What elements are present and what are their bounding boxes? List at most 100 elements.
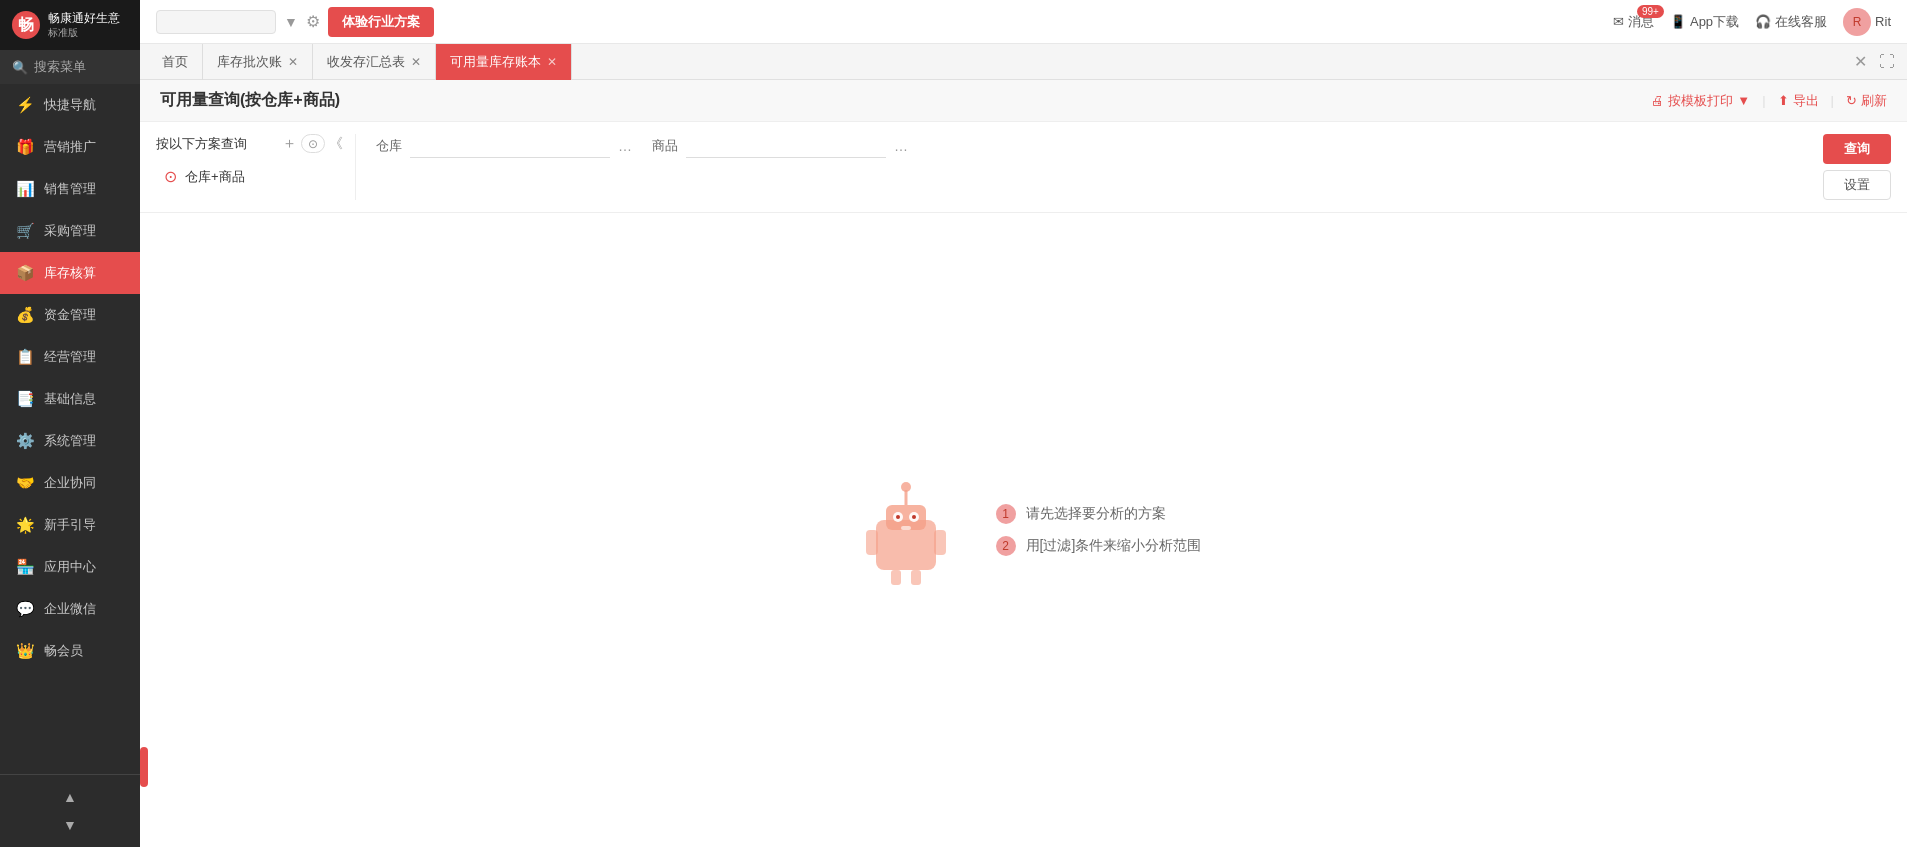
tab-summary[interactable]: 收发存汇总表 ✕ (313, 44, 436, 80)
filter-warehouse-group: 仓库 … (376, 134, 632, 158)
filter-scheme-item[interactable]: ⊙ 仓库+商品 (156, 161, 343, 192)
main-area: ▼ ⚙ 体验行业方案 ✉ 消息 99+ 📱 App下载 🎧 在线客服 R Rit (140, 0, 1907, 847)
sidebar-footer: ▲ ▼ (0, 774, 140, 847)
sidebar-item-label: 销售管理 (44, 180, 96, 198)
topbar-service-btn[interactable]: 🎧 在线客服 (1755, 13, 1827, 31)
page-area: 可用量查询(按仓库+商品) 🖨 按模板打印 ▼ | ⬆ 导出 | ↻ 刷新 (140, 80, 1907, 847)
empty-tip-2: 2 用[过滤]条件来缩小分析范围 (996, 536, 1202, 556)
filter-warehouse-input[interactable] (410, 134, 610, 158)
sidebar-search[interactable]: 🔍 搜索菜单 (0, 50, 140, 84)
user-avatar: R (1843, 8, 1871, 36)
appstore-icon: 🏪 (16, 558, 34, 576)
sidebar: 畅 畅康通好生意 标准版 🔍 搜索菜单 ⚡ 快捷导航 🎁 营销推广 📊 销售管理… (0, 0, 140, 847)
search-icon: 🔍 (12, 60, 28, 75)
tip-text-2: 用[过滤]条件来缩小分析范围 (1026, 537, 1202, 555)
gift-icon: 🎁 (16, 138, 34, 156)
query-btn[interactable]: 查询 (1823, 134, 1891, 164)
print-btn[interactable]: 🖨 按模板打印 ▼ (1651, 92, 1750, 110)
filter-product-more[interactable]: … (894, 138, 908, 154)
filter-add-btn[interactable]: ＋ (282, 134, 297, 153)
purchase-icon: 🛒 (16, 222, 34, 240)
enterprise-icon: 🤝 (16, 474, 34, 492)
tab-home[interactable]: 首页 (148, 44, 203, 80)
topbar-message-btn[interactable]: ✉ 消息 99+ (1613, 13, 1654, 31)
filter-product-input[interactable] (686, 134, 886, 158)
filter-warehouse-label: 仓库 (376, 137, 402, 155)
tab-summary-label: 收发存汇总表 (327, 53, 405, 71)
sidebar-item-label: 营销推广 (44, 138, 96, 156)
topbar-search-input[interactable] (156, 10, 276, 34)
filter-product-group: 商品 … (652, 134, 908, 158)
export-btn[interactable]: ⬆ 导出 (1778, 92, 1819, 110)
tab-home-label: 首页 (162, 53, 188, 71)
page-title: 可用量查询(按仓库+商品) (160, 90, 340, 111)
empty-tips: 1 请先选择要分析的方案 2 用[过滤]条件来缩小分析范围 (996, 504, 1202, 556)
filter-warehouse-more[interactable]: … (618, 138, 632, 154)
svg-point-12 (901, 482, 911, 492)
sales-icon: 📊 (16, 180, 34, 198)
filter-collapse-btn[interactable]: 《 (329, 134, 343, 153)
app-icon: 📱 (1670, 14, 1686, 29)
topbar-user[interactable]: R Rit (1843, 8, 1891, 36)
tab-batch-label: 库存批次账 (217, 53, 282, 71)
sidebar-item-label: 基础信息 (44, 390, 96, 408)
tab-available[interactable]: 可用量库存账本 ✕ (436, 44, 572, 80)
sidebar-item-label: 应用中心 (44, 558, 96, 576)
sidebar-item-quick[interactable]: ⚡ 快捷导航 (0, 84, 140, 126)
filter-settings-btn[interactable]: 设置 (1823, 170, 1891, 200)
svg-rect-8 (934, 530, 946, 555)
sidebar-item-label: 畅会员 (44, 642, 83, 660)
message-icon: ✉ (1613, 14, 1624, 29)
filter-right-panel: 仓库 … 商品 … 查询 设置 (356, 134, 1891, 200)
app-badge: 标准版 (48, 26, 120, 40)
wechat-icon: 💬 (16, 600, 34, 618)
topbar-dropdown-btn[interactable]: ▼ (284, 14, 298, 30)
sidebar-item-label: 企业微信 (44, 600, 96, 618)
sidebar-item-sales[interactable]: 📊 销售管理 (0, 168, 140, 210)
sidebar-item-enterprise[interactable]: 🤝 企业协同 (0, 462, 140, 504)
svg-point-4 (896, 515, 900, 519)
sidebar-item-basic[interactable]: 📑 基础信息 (0, 378, 140, 420)
sidebar-item-finance[interactable]: 💰 资金管理 (0, 294, 140, 336)
app-title: 畅康通好生意 (48, 10, 120, 27)
operation-icon: 📋 (16, 348, 34, 366)
topbar-trial-btn[interactable]: 体验行业方案 (328, 7, 434, 37)
sidebar-item-label: 系统管理 (44, 432, 96, 450)
topbar: ▼ ⚙ 体验行业方案 ✉ 消息 99+ 📱 App下载 🎧 在线客服 R Rit (140, 0, 1907, 44)
filter-left-panel: 按以下方案查询 ＋ ⊙ 《 ⊙ 仓库+商品 (156, 134, 356, 200)
sidebar-item-label: 采购管理 (44, 222, 96, 240)
tab-batch-close[interactable]: ✕ (288, 55, 298, 69)
refresh-btn[interactable]: ↻ 刷新 (1846, 92, 1887, 110)
tab-batch[interactable]: 库存批次账 ✕ (203, 44, 313, 80)
topbar-app-btn[interactable]: 📱 App下载 (1670, 13, 1739, 31)
sidebar-item-label: 资金管理 (44, 306, 96, 324)
sidebar-item-system[interactable]: ⚙️ 系统管理 (0, 420, 140, 462)
sidebar-item-label: 新手引导 (44, 516, 96, 534)
sidebar-item-label: 快捷导航 (44, 96, 96, 114)
sidebar-item-purchase[interactable]: 🛒 采购管理 (0, 210, 140, 252)
tab-summary-close[interactable]: ✕ (411, 55, 421, 69)
sidebar-item-label: 经营管理 (44, 348, 96, 366)
sidebar-item-wechat[interactable]: 💬 企业微信 (0, 588, 140, 630)
filter-scheme-item-label: 仓库+商品 (185, 168, 245, 186)
sidebar-item-member[interactable]: 👑 畅会员 (0, 630, 140, 672)
filter-settings-scheme-btn[interactable]: ⊙ (301, 134, 325, 153)
sidebar-item-inventory[interactable]: 📦 库存核算 (0, 252, 140, 294)
refresh-icon: ↻ (1846, 93, 1857, 108)
export-label: 导出 (1793, 92, 1819, 110)
tab-available-close[interactable]: ✕ (547, 55, 557, 69)
topbar-gear-btn[interactable]: ⚙ (306, 12, 320, 31)
sidebar-item-marketing[interactable]: 🎁 营销推广 (0, 126, 140, 168)
finance-icon: 💰 (16, 306, 34, 324)
sidebar-item-appstore[interactable]: 🏪 应用中心 (0, 546, 140, 588)
tabbar-expand-btn[interactable]: ⛶ (1875, 48, 1899, 75)
sidebar-item-newbie[interactable]: 🌟 新手引导 (0, 504, 140, 546)
sidebar-scroll-up[interactable]: ▲ (0, 783, 140, 811)
tabbar-close-btn[interactable]: ✕ (1850, 48, 1871, 75)
sidebar-item-operation[interactable]: 📋 经营管理 (0, 336, 140, 378)
svg-rect-10 (911, 570, 921, 585)
empty-illustration (846, 470, 966, 590)
sidebar-item-label: 库存核算 (44, 264, 96, 282)
sidebar-scroll-down[interactable]: ▼ (0, 811, 140, 839)
scheme-icon: ⊙ (164, 167, 177, 186)
